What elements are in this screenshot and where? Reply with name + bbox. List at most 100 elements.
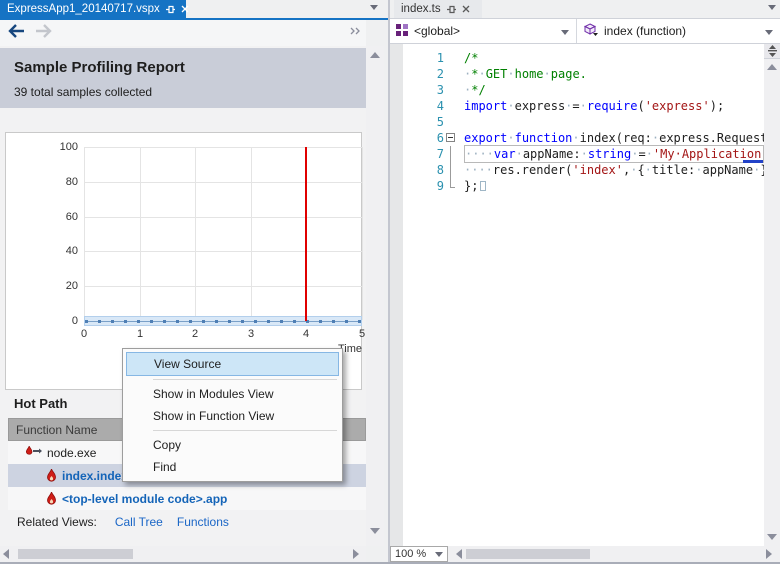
editor-zoom-control[interactable]: 100 % bbox=[390, 546, 448, 562]
code-token-op: = bbox=[638, 147, 646, 161]
line-number: 8 bbox=[436, 163, 444, 177]
hscroll-thumb[interactable] bbox=[466, 549, 590, 559]
editor-vertical-scrollbar[interactable] bbox=[764, 44, 780, 546]
menu-item-show-in-modules-view[interactable]: Show in Modules View bbox=[126, 383, 339, 405]
report-title: Sample Profiling Report bbox=[14, 59, 185, 76]
link-call-tree[interactable]: Call Tree bbox=[115, 515, 163, 529]
scope-dropdown[interactable]: <global> bbox=[390, 19, 577, 43]
gridline bbox=[84, 147, 362, 148]
tab-list-caret-icon[interactable] bbox=[370, 5, 378, 10]
forward-icon[interactable] bbox=[34, 24, 52, 41]
code-token-op: ( bbox=[637, 99, 645, 113]
back-icon[interactable] bbox=[8, 24, 26, 41]
menu-item-show-in-function-view[interactable]: Show in Function View bbox=[126, 405, 339, 427]
scope-dropdown-value: <global> bbox=[414, 24, 461, 38]
fold-guide-line bbox=[450, 162, 451, 178]
code-token-id: title: bbox=[651, 163, 696, 177]
scroll-up-icon[interactable] bbox=[370, 52, 380, 58]
left-horizontal-scrollbar[interactable] bbox=[0, 546, 366, 562]
dropdown-caret-icon bbox=[561, 30, 569, 35]
fold-bar-icon bbox=[444, 162, 464, 178]
code-token-ws: · bbox=[515, 147, 523, 161]
code-line-2[interactable]: 2 ·*·GET·home·page. bbox=[390, 66, 764, 82]
code-line-7[interactable]: 7 ····var·appName:·string·=·'My·Applicati… bbox=[390, 145, 764, 163]
gridline bbox=[84, 182, 362, 183]
scroll-right-icon[interactable] bbox=[766, 549, 772, 559]
code-line-8[interactable]: 8 ····res.render('index',·{·title:·appNam… bbox=[390, 162, 764, 178]
code-line-5[interactable]: 5 bbox=[390, 114, 764, 130]
eof-marker bbox=[480, 181, 487, 191]
scroll-right-icon[interactable] bbox=[353, 549, 359, 559]
fold-column bbox=[444, 114, 464, 130]
code-text: ····res.render('index',·{·title:·appName… bbox=[464, 162, 764, 178]
code-text: }; bbox=[464, 178, 764, 194]
context-menu: View Source Show in Modules View Show in F… bbox=[122, 348, 343, 482]
scroll-left-icon[interactable] bbox=[3, 549, 9, 559]
member-dropdown[interactable]: index (function) bbox=[577, 19, 780, 43]
close-icon[interactable] bbox=[462, 5, 470, 13]
method-icon bbox=[583, 23, 598, 39]
fold-box-icon[interactable] bbox=[444, 130, 464, 146]
spike-line bbox=[305, 147, 307, 321]
code-token-ws: · bbox=[580, 147, 588, 161]
menu-item-find[interactable]: Find bbox=[126, 456, 339, 478]
selected-series-band[interactable] bbox=[84, 316, 362, 326]
code-token-op: (req: bbox=[615, 131, 652, 145]
code-token-id: appName bbox=[702, 163, 754, 177]
tab-expressapp-vspx[interactable]: ExpressApp1_20140717.vspx bbox=[0, 0, 189, 18]
flame-icon bbox=[46, 468, 57, 483]
dropdown-caret-icon bbox=[435, 551, 443, 557]
pin-icon[interactable] bbox=[446, 5, 456, 14]
toolbar-overflow-icon[interactable] bbox=[350, 24, 360, 38]
code-line-3[interactable]: 3 ·*/ bbox=[390, 82, 764, 98]
menu-item-view-source[interactable]: View Source bbox=[126, 352, 339, 376]
link-functions[interactable]: Functions bbox=[177, 515, 229, 529]
report-subtitle: 39 total samples collected bbox=[14, 85, 153, 99]
scroll-down-icon[interactable] bbox=[767, 534, 777, 540]
related-views-label: Related Views: bbox=[17, 515, 97, 529]
scroll-left-icon[interactable] bbox=[456, 549, 462, 559]
function-name[interactable]: <top-level module code>.app bbox=[62, 492, 227, 506]
module-icon bbox=[396, 23, 408, 39]
code-token-op: = bbox=[572, 99, 580, 113]
code-line-9[interactable]: 9}; bbox=[390, 178, 764, 194]
code-token-kw: function bbox=[514, 131, 573, 145]
code-text: export·function·index(req:·express.Reque… bbox=[464, 130, 764, 146]
line-number: 1 bbox=[436, 51, 444, 65]
editor-pane: index.ts <global> index (function) 1 /* 2 ·… bbox=[390, 0, 780, 562]
code-token-ws: · bbox=[695, 163, 703, 177]
gridline bbox=[140, 147, 141, 320]
left-vertical-scrollbar[interactable] bbox=[366, 46, 384, 546]
collapse-box-icon[interactable] bbox=[446, 133, 455, 142]
editor-horizontal-scrollbar[interactable] bbox=[448, 546, 780, 562]
code-line-1[interactable]: 1 /* bbox=[390, 50, 764, 66]
tab-index-ts[interactable]: index.ts bbox=[394, 0, 482, 18]
code-token-ws: ···· bbox=[465, 147, 494, 161]
menu-item-copy[interactable]: Copy bbox=[126, 434, 339, 456]
code-token-ws: · bbox=[478, 67, 486, 81]
pin-icon[interactable] bbox=[165, 5, 175, 14]
line-number: 5 bbox=[436, 115, 444, 129]
hot-path-row-top-level-module-code-app[interactable]: <top-level module code>.app bbox=[8, 487, 366, 510]
scroll-up-icon[interactable] bbox=[767, 64, 777, 70]
close-icon[interactable] bbox=[181, 5, 189, 13]
code-token-id: express bbox=[514, 99, 566, 113]
code-token-str: 'index' bbox=[572, 163, 623, 177]
code-line-4[interactable]: 4 import·express·=·require('express'); bbox=[390, 98, 764, 114]
line-number: 6 bbox=[436, 131, 444, 145]
code-editor[interactable]: 1/* 2 ·*·GET·home·page. 3 ·*/4 import·express… bbox=[390, 44, 764, 546]
splitter-grip-icon[interactable] bbox=[764, 44, 780, 59]
code-token-ws: · bbox=[507, 131, 515, 145]
fold-end-icon bbox=[444, 178, 464, 194]
code-token-id: appName: bbox=[522, 147, 581, 161]
function-name[interactable]: index.index bbox=[62, 469, 128, 483]
fold-column bbox=[444, 66, 464, 82]
hscroll-thumb[interactable] bbox=[18, 549, 133, 559]
scroll-down-icon[interactable] bbox=[370, 528, 380, 534]
fold-column bbox=[444, 98, 464, 114]
code-token-com: home bbox=[514, 67, 544, 81]
tab-list-caret-icon[interactable] bbox=[768, 5, 776, 10]
code-line-6[interactable]: 6 export·function·index(req:·express.Requ… bbox=[390, 130, 764, 146]
code-token-com: GET bbox=[485, 67, 508, 81]
